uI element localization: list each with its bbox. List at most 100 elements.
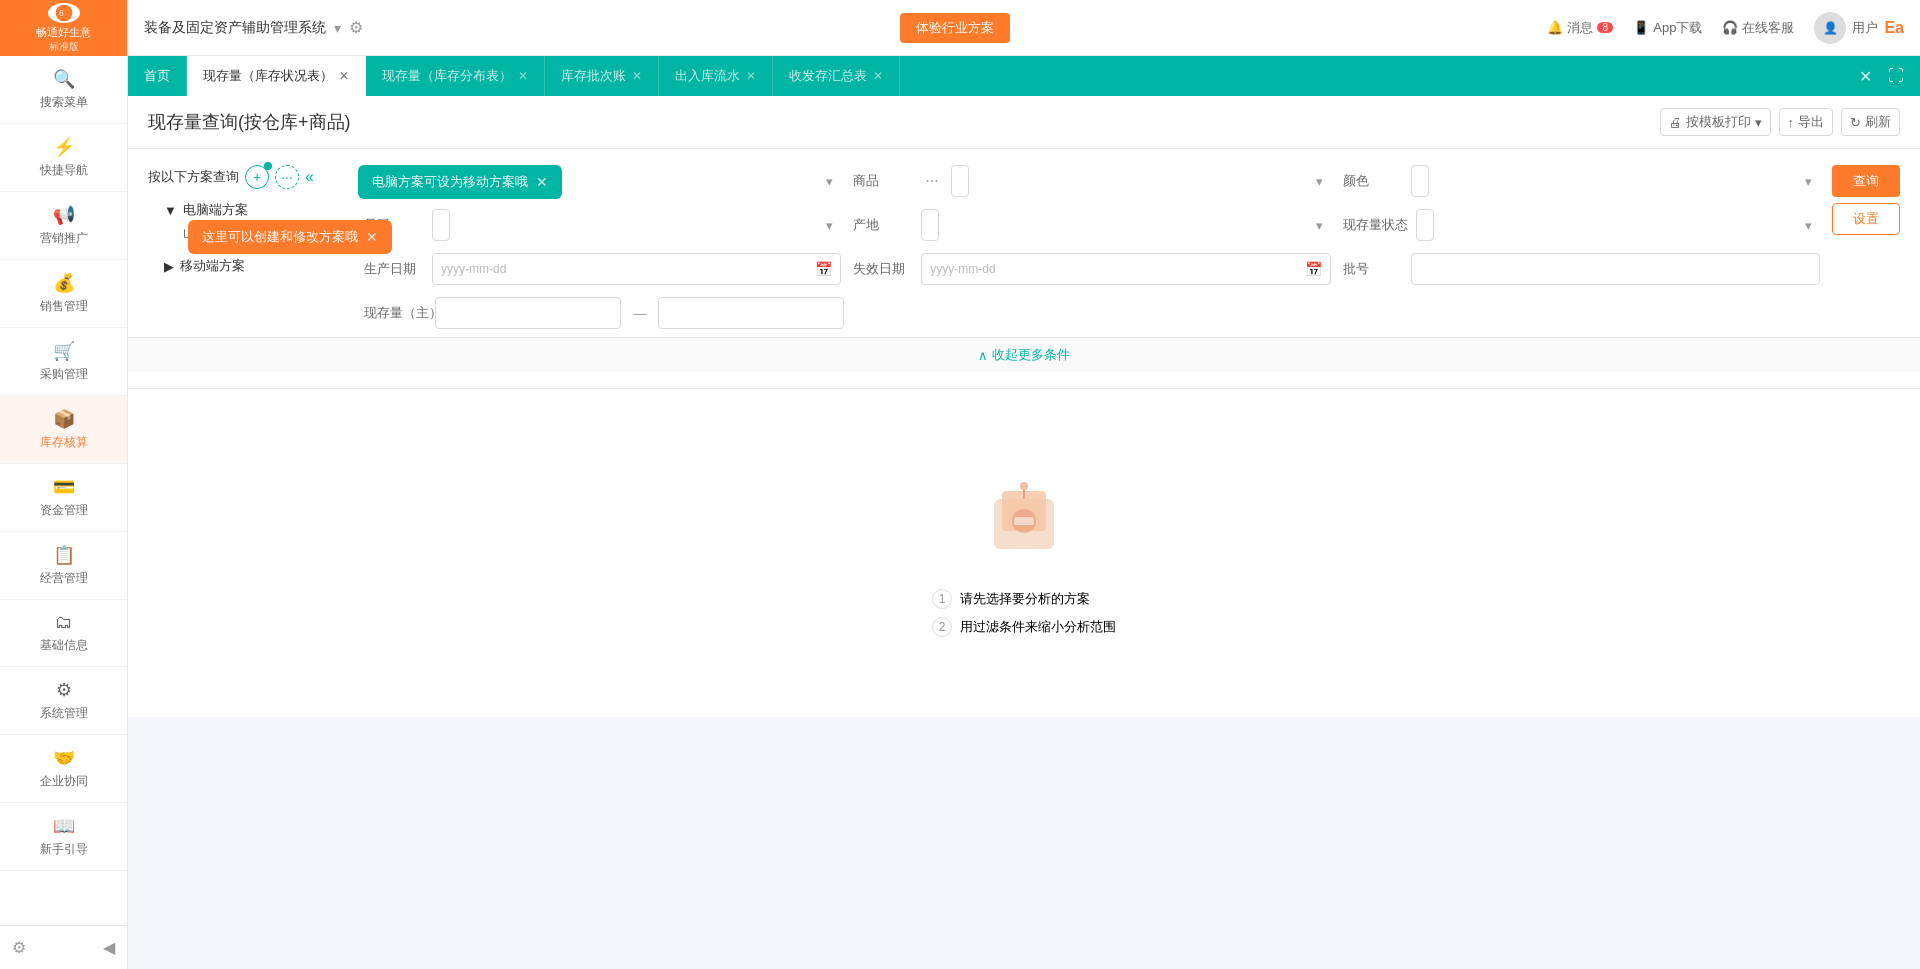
tab-summary[interactable]: 收发存汇总表 ✕ [773, 56, 900, 96]
app-download-btn[interactable]: 📱 App下载 [1633, 19, 1702, 37]
expire-date-field: 失效日期 yyyy-mm-dd 📅 [853, 253, 1330, 285]
stock-main-field: 现存量（主） — [364, 297, 844, 329]
batch-input[interactable] [1411, 253, 1820, 285]
messages-btn[interactable]: 🔔 消息 8 [1547, 19, 1613, 37]
color-select[interactable] [1411, 165, 1429, 197]
empty-illustration [974, 469, 1074, 569]
sidebar-item-label: 快捷导航 [40, 162, 88, 179]
sidebar-item-operations[interactable]: 📋 经营管理 [0, 532, 127, 600]
sidebar-item-label: 采购管理 [40, 366, 88, 383]
plus-icon: + [253, 169, 261, 185]
add-scheme-btn[interactable]: + [245, 165, 269, 189]
sidebar-item-label: 资金管理 [40, 502, 88, 519]
edit-tooltip-close[interactable]: ✕ [366, 229, 378, 245]
search-reset-group: 查询 设置 [1820, 165, 1900, 235]
tab-batch-account[interactable]: 库存批次账 ✕ [545, 56, 659, 96]
size-select[interactable] [432, 209, 450, 241]
print-btn[interactable]: 🖨 按模板打印 ▾ [1660, 108, 1771, 136]
refresh-btn[interactable]: ↻ 刷新 [1841, 108, 1900, 136]
edit-scheme-tooltip-text: 这里可以创建和修改方案哦 [202, 228, 358, 246]
sidebar-item-basic[interactable]: 🗂 基础信息 [0, 600, 127, 667]
calendar-icon: 📅 [815, 261, 832, 277]
prod-date-placeholder: yyyy-mm-dd [441, 262, 506, 276]
system-title-area: 装备及固定资产辅助管理系统 ▾ ⚙ [144, 18, 363, 37]
handshake-icon: 🤝 [53, 747, 75, 769]
tab-bar-actions: ✕ ⛶ [1851, 63, 1920, 90]
expire-date-input[interactable]: yyyy-mm-dd 📅 [921, 253, 1330, 285]
color-field: 颜色 [1343, 165, 1820, 197]
tab-inventory-dist[interactable]: 现存量（库存分布表） ✕ [366, 56, 545, 96]
sidebar-settings-btn[interactable]: ⚙ [12, 938, 26, 957]
tab-in-out-flow[interactable]: 出入库流水 ✕ [659, 56, 773, 96]
add-tooltip-close[interactable]: ✕ [536, 174, 548, 190]
filter-area: 按以下方案查询 + ··· « [128, 149, 1920, 389]
stock-status-select[interactable] [1416, 209, 1434, 241]
chevron-up-icon: ∧ [978, 348, 988, 363]
edit-scheme-tooltip: 这里可以创建和修改方案哦 ✕ [188, 220, 392, 254]
goods-dots[interactable]: ··· [921, 172, 942, 190]
tip-text-2: 用过滤条件来缩小分析范围 [960, 618, 1116, 636]
tab-inventory-status[interactable]: 现存量（库存状况表） ✕ [187, 56, 366, 96]
stock-max-input[interactable] [658, 297, 844, 329]
sidebar-item-system[interactable]: ⚙ 系统管理 [0, 667, 127, 735]
stock-status-label: 现存量状态 [1343, 216, 1408, 234]
sidebar-item-purchase[interactable]: 🛒 采购管理 [0, 328, 127, 396]
prod-date-input[interactable]: yyyy-mm-dd 📅 [432, 253, 841, 285]
sidebar-item-inventory[interactable]: 📦 库存核算 [0, 396, 127, 464]
print-dropdown-icon: ▾ [1755, 115, 1762, 130]
sidebar-nav: 🔍 搜索菜单 ⚡ 快捷导航 📢 营销推广 💰 销售管理 🛒 采购管理 📦 库存核… [0, 56, 127, 925]
reset-button[interactable]: 设置 [1832, 203, 1900, 235]
tab-close-icon[interactable]: ✕ [746, 69, 756, 83]
sidebar-item-sales[interactable]: 💰 销售管理 [0, 260, 127, 328]
tab-close-all-btn[interactable]: ✕ [1851, 63, 1880, 90]
sidebar-item-enterprise[interactable]: 🤝 企业协同 [0, 735, 127, 803]
tab-close-icon[interactable]: ✕ [518, 69, 528, 83]
user-btn[interactable]: 👤 用户 Ea [1814, 12, 1904, 44]
chevron-down-icon: ▼ [164, 203, 177, 218]
origin-field: 产地 [853, 209, 1330, 241]
sidebar-item-marketing[interactable]: 📢 营销推广 [0, 192, 127, 260]
collapse-btn[interactable]: ∧ 收起更多条件 [128, 337, 1920, 372]
header-right: 🔔 消息 8 📱 App下载 🎧 在线客服 👤 用户 Ea [1547, 12, 1904, 44]
sidebar-item-quicknav[interactable]: ⚡ 快捷导航 [0, 124, 127, 192]
phone-icon: 📱 [1633, 20, 1649, 35]
printer-icon: 🖨 [1669, 115, 1682, 130]
headset-icon: 🎧 [1722, 20, 1738, 35]
messages-badge: 8 [1597, 22, 1613, 33]
dots-icon: ··· [281, 169, 293, 185]
edit-scheme-btn[interactable]: ··· [275, 165, 299, 189]
tab-fullscreen-btn[interactable]: ⛶ [1880, 63, 1912, 89]
search-button[interactable]: 查询 [1832, 165, 1900, 197]
stock-min-input[interactable] [435, 297, 621, 329]
sidebar-item-search[interactable]: 🔍 搜索菜单 [0, 56, 127, 124]
svg-point-7 [1020, 482, 1028, 490]
origin-select[interactable] [921, 209, 939, 241]
sidebar-item-finance[interactable]: 💳 资金管理 [0, 464, 127, 532]
goods-select[interactable] [951, 165, 969, 197]
tab-close-icon[interactable]: ✕ [632, 69, 642, 83]
gear-header-icon[interactable]: ⚙ [349, 18, 363, 37]
svg-text:6: 6 [59, 8, 64, 18]
tab-close-icon[interactable]: ✕ [873, 69, 883, 83]
page-header-actions: 🖨 按模板打印 ▾ ↑ 导出 ↻ 刷新 [1660, 108, 1901, 136]
system-dropdown-icon[interactable]: ▾ [334, 20, 341, 36]
trial-button[interactable]: 体验行业方案 [900, 13, 1010, 43]
main-content: 装备及固定资产辅助管理系统 ▾ ⚙ 体验行业方案 🔔 消息 8 📱 App下载 … [128, 0, 1920, 969]
sidebar: 6 畅通好生意 标准版 🔍 搜索菜单 ⚡ 快捷导航 📢 营销推广 💰 销售管理 … [0, 0, 128, 969]
system-title-text: 装备及固定资产辅助管理系统 [144, 19, 326, 37]
tab-close-icon[interactable]: ✕ [339, 69, 349, 83]
filter-arrow-btn[interactable]: « [305, 168, 314, 186]
svg-point-0 [55, 4, 72, 21]
logo: 6 畅通好生意 标准版 [0, 0, 127, 56]
tab-home[interactable]: 首页 [128, 56, 187, 96]
sidebar-item-newbie[interactable]: 📖 新手引导 [0, 803, 127, 871]
online-service-btn[interactable]: 🎧 在线客服 [1722, 19, 1794, 37]
logo-sub: 标准版 [49, 40, 79, 54]
user-abbr: Ea [1884, 19, 1904, 37]
export-btn[interactable]: ↑ 导出 [1779, 108, 1834, 136]
scheme-mobile-toggle[interactable]: ▶ 移动端方案 [156, 253, 348, 279]
scheme-group-mobile: ▶ 移动端方案 [156, 253, 348, 279]
sidebar-collapse-btn[interactable]: ◀ [103, 938, 115, 957]
scheme-mobile-label: 移动端方案 [180, 257, 245, 275]
batch-label: 批号 [1343, 260, 1403, 278]
